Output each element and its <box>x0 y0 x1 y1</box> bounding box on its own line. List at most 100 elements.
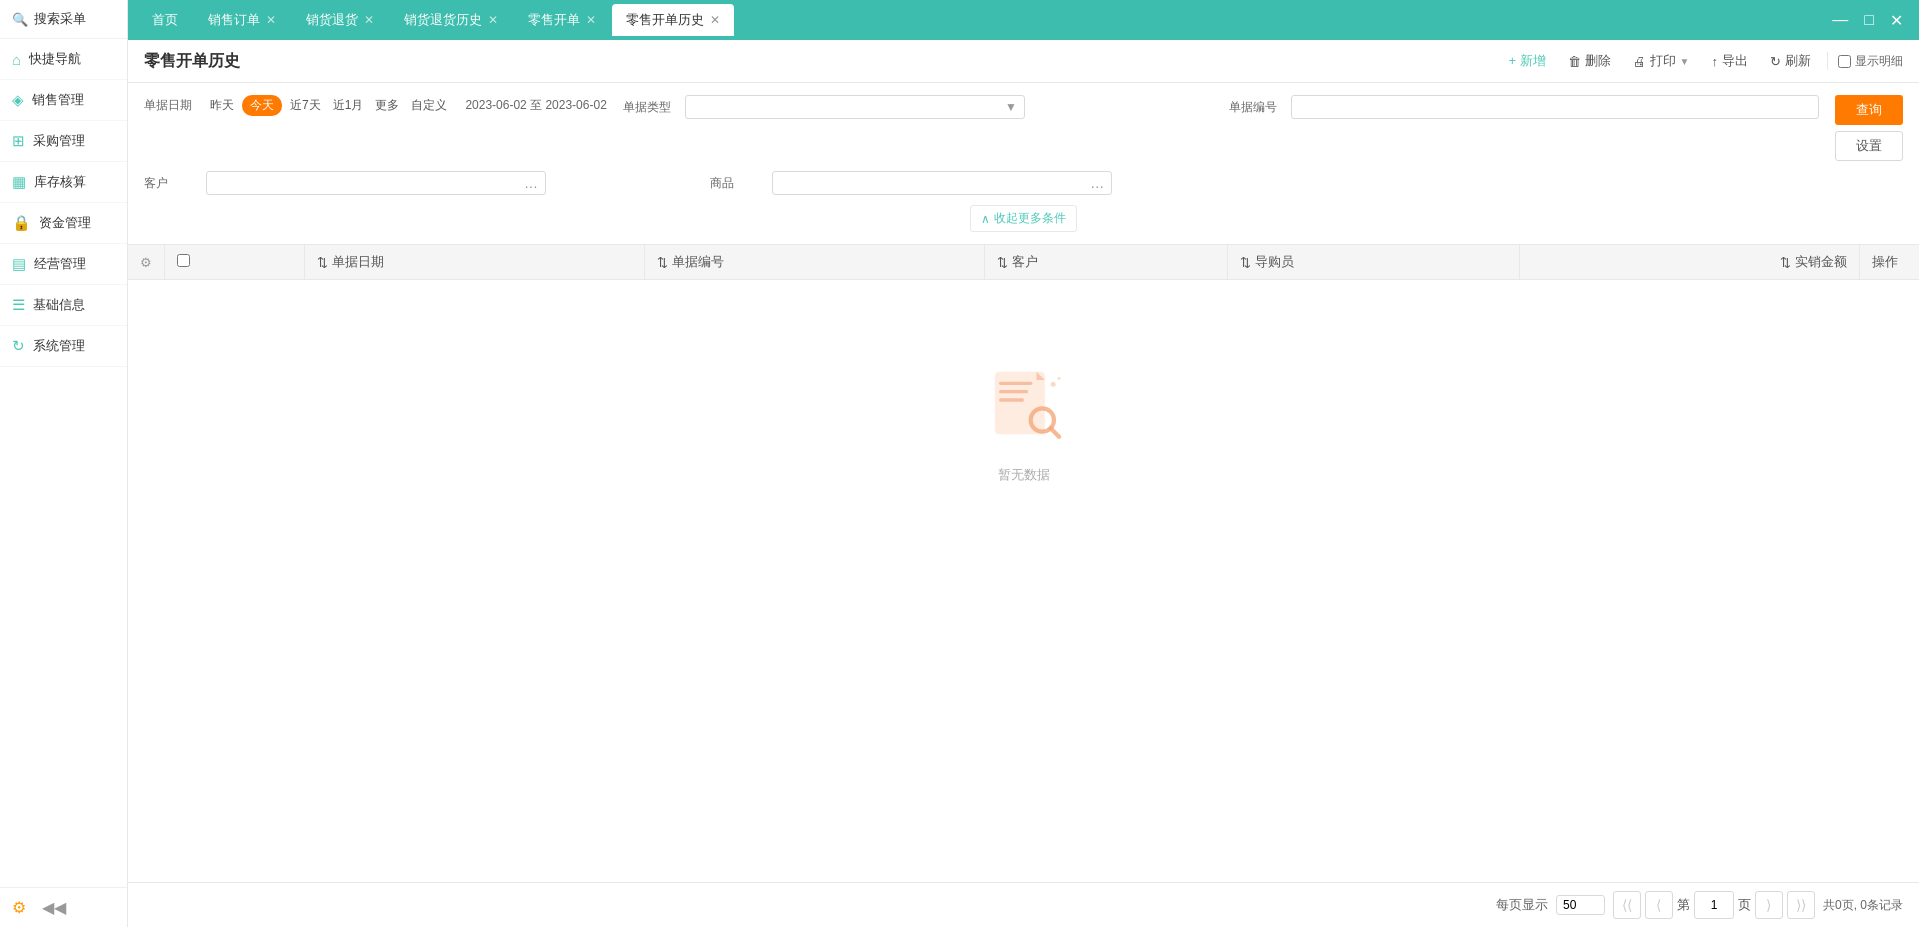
tab-sales-return[interactable]: 销货退货 ✕ <box>292 4 388 36</box>
filter-settings-button[interactable]: 设置 <box>1835 131 1903 161</box>
empty-illustration <box>974 360 1074 450</box>
svg-rect-3 <box>999 398 1024 401</box>
th-salesperson-sort-icon[interactable]: ⇅ <box>1240 255 1251 270</box>
customer-filter-label: 客户 <box>144 175 200 192</box>
maximize-button[interactable]: □ <box>1858 9 1880 31</box>
tab-sales-order[interactable]: 销售订单 ✕ <box>194 4 290 36</box>
goods-input-dots-icon[interactable]: … <box>1090 175 1104 191</box>
page-nav: ⟨⟨ ⟨ 第 页 ⟩ ⟩⟩ <box>1613 891 1815 919</box>
export-button[interactable]: ↑ 导出 <box>1706 48 1755 74</box>
tab-home[interactable]: 首页 <box>138 4 192 36</box>
sidebar-bottom: ⚙ ◀◀ <box>0 887 127 927</box>
th-actions-label: 操作 <box>1872 254 1898 269</box>
bill-no-input[interactable] <box>1291 95 1819 119</box>
delete-label: 删除 <box>1585 52 1611 70</box>
delete-button[interactable]: 🗑 删除 <box>1562 48 1617 74</box>
sidebar-item-quick-nav[interactable]: ⌂ 快捷导航 <box>0 39 127 80</box>
collapse-chevron-icon: ∧ <box>981 212 990 226</box>
date-opt-yesterday[interactable]: 昨天 <box>206 95 238 116</box>
date-opt-custom[interactable]: 自定义 <box>407 95 451 116</box>
table-header-row: ⚙ ⇅ 单据日期 ⇅ <box>128 245 1919 280</box>
customer-input-dots-icon[interactable]: … <box>524 175 538 191</box>
collapse-sidebar-icon[interactable]: ◀◀ <box>42 898 66 917</box>
close-sales-return-tab[interactable]: ✕ <box>364 13 374 27</box>
th-salesperson: ⇅ 导购员 <box>1228 245 1520 280</box>
sidebar-item-label: 快捷导航 <box>29 50 81 68</box>
customer-input-wrap: … <box>206 171 546 195</box>
data-table: ⚙ ⇅ 单据日期 ⇅ <box>128 245 1919 280</box>
close-button[interactable]: ✕ <box>1884 9 1909 32</box>
tab-retail-open[interactable]: 零售开单 ✕ <box>514 4 610 36</box>
finance-icon: 🔒 <box>12 214 31 232</box>
search-menu-item[interactable]: 🔍 搜索采单 <box>0 0 127 39</box>
search-icon: 🔍 <box>12 12 28 27</box>
select-all-checkbox[interactable] <box>177 254 190 267</box>
th-bill-no-label: 单据编号 <box>672 253 724 271</box>
print-button[interactable]: 🖨 打印 ▼ <box>1627 48 1696 74</box>
date-opt-7days[interactable]: 近7天 <box>286 95 325 116</box>
per-page-label: 每页显示 <box>1496 896 1548 914</box>
pagination: 每页显示 50 10 20 100 ⟨⟨ ⟨ 第 页 ⟩ ⟩⟩ 共0页, 0条记… <box>128 882 1919 927</box>
print-dropdown-icon: ▼ <box>1680 56 1690 67</box>
sidebar-item-inventory[interactable]: ▦ 库存核算 <box>0 162 127 203</box>
prev-page-button[interactable]: ⟨ <box>1645 891 1673 919</box>
close-retail-open-tab[interactable]: ✕ <box>586 13 596 27</box>
date-opt-1month[interactable]: 近1月 <box>329 95 368 116</box>
system-icon: ↻ <box>12 337 25 355</box>
date-opt-today[interactable]: 今天 <box>242 95 282 116</box>
tab-sales-return-history[interactable]: 销货退货历史 ✕ <box>390 4 512 36</box>
first-page-button[interactable]: ⟨⟨ <box>1613 891 1641 919</box>
goods-input[interactable] <box>772 171 1112 195</box>
inventory-icon: ▦ <box>12 173 26 191</box>
th-settings[interactable]: ⚙ <box>128 245 165 280</box>
sidebar-item-system-mgmt[interactable]: ↻ 系统管理 <box>0 326 127 367</box>
add-button[interactable]: + 新增 <box>1502 48 1551 74</box>
sidebar-item-purchase-mgmt[interactable]: ⊞ 采购管理 <box>0 121 127 162</box>
th-customer-sort-icon[interactable]: ⇅ <box>997 255 1008 270</box>
column-settings-icon[interactable]: ⚙ <box>140 255 152 270</box>
th-actions: 操作 <box>1859 245 1919 280</box>
page-label: 第 <box>1677 896 1690 914</box>
page-number-input[interactable] <box>1694 891 1734 919</box>
sidebar-item-operations[interactable]: ▤ 经营管理 <box>0 244 127 285</box>
customer-input[interactable] <box>206 171 546 195</box>
th-date-sort-icon[interactable]: ⇅ <box>317 255 328 270</box>
minimize-button[interactable]: — <box>1826 9 1854 31</box>
tab-retail-open-history[interactable]: 零售开单历史 ✕ <box>612 4 734 36</box>
th-amount-label: 实销金额 <box>1795 253 1847 271</box>
print-icon: 🖨 <box>1633 54 1646 69</box>
last-page-button[interactable]: ⟩⟩ <box>1787 891 1815 919</box>
per-page-select[interactable]: 50 10 20 100 <box>1556 895 1605 915</box>
content-area: 零售开单历史 + 新增 🗑 删除 🖨 打印 ▼ ↑ 导出 <box>128 40 1919 927</box>
date-opt-more[interactable]: 更多 <box>371 95 403 116</box>
type-select[interactable] <box>685 95 1025 119</box>
th-bill-no-sort-icon[interactable]: ⇅ <box>657 255 668 270</box>
show-detail-toggle[interactable]: 显示明细 <box>1838 53 1903 70</box>
show-detail-label: 显示明细 <box>1855 53 1903 70</box>
sidebar-item-label: 基础信息 <box>33 296 85 314</box>
date-options: 昨天 今天 近7天 近1月 更多 自定义 <box>206 95 451 116</box>
show-detail-checkbox-input[interactable] <box>1838 55 1851 68</box>
sidebar-item-sales-mgmt[interactable]: ◈ 销售管理 <box>0 80 127 121</box>
toolbar-divider <box>1827 52 1828 70</box>
svg-rect-1 <box>999 382 1032 385</box>
type-filter-label: 单据类型 <box>623 99 679 116</box>
close-sales-order-tab[interactable]: ✕ <box>266 13 276 27</box>
refresh-button[interactable]: ↻ 刷新 <box>1764 48 1817 74</box>
query-button[interactable]: 查询 <box>1835 95 1903 125</box>
home-icon: ⌂ <box>12 51 21 68</box>
window-controls: — □ ✕ <box>1826 9 1909 32</box>
filter-area: 单据日期 昨天 今天 近7天 近1月 更多 自定义 2023-06-02 至 2… <box>128 83 1919 245</box>
sidebar-item-finance[interactable]: 🔒 资金管理 <box>0 203 127 244</box>
close-sales-return-history-tab[interactable]: ✕ <box>488 13 498 27</box>
print-label: 打印 <box>1650 52 1676 70</box>
th-amount-sort-icon[interactable]: ⇅ <box>1780 255 1791 270</box>
sidebar-item-basic-info[interactable]: ☰ 基础信息 <box>0 285 127 326</box>
settings-icon[interactable]: ⚙ <box>12 898 26 917</box>
sidebar-item-label: 采购管理 <box>33 132 85 150</box>
close-retail-open-history-tab[interactable]: ✕ <box>710 13 720 27</box>
type-select-wrap: ▼ <box>685 95 1025 119</box>
next-page-button[interactable]: ⟩ <box>1755 891 1783 919</box>
collapse-filter-button[interactable]: ∧ 收起更多条件 <box>970 205 1077 232</box>
sidebar-item-label: 资金管理 <box>39 214 91 232</box>
